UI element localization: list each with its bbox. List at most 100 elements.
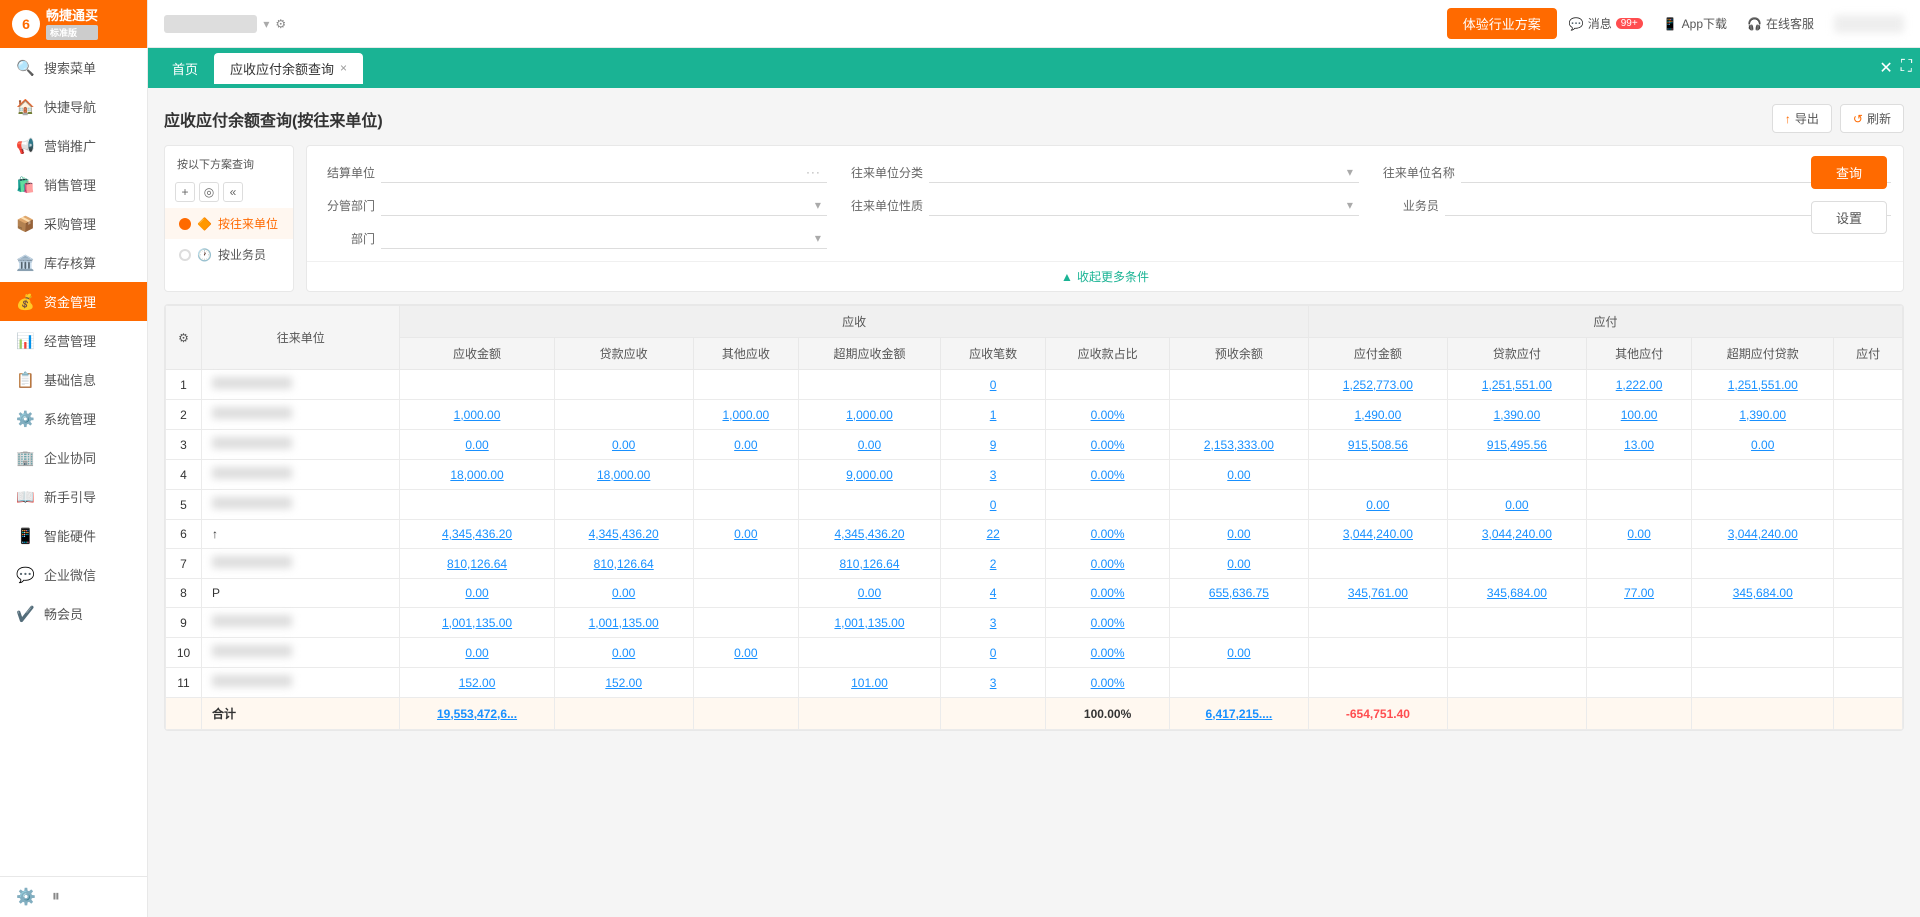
row-recv-count[interactable]: 0 — [940, 370, 1045, 400]
row-pay-amount[interactable]: 0.00 — [1308, 490, 1447, 520]
row-recv-advance[interactable]: 2,153,333.00 — [1169, 430, 1308, 460]
settings-col-header[interactable]: ⚙ — [166, 306, 202, 370]
row-recv-amount[interactable]: 0.00 — [400, 579, 554, 608]
row-recv-count[interactable]: 0 — [940, 490, 1045, 520]
table-settings-icon[interactable]: ⚙ — [178, 331, 189, 345]
tab-close-btn[interactable]: × — [340, 61, 347, 75]
online-support-btn[interactable]: 🎧 在线客服 — [1747, 15, 1814, 32]
sidebar-item-wechat[interactable]: 💬 企业微信 — [0, 555, 147, 594]
row-recv-loan[interactable]: 1,001,135.00 — [554, 608, 693, 638]
row-recv-overdue[interactable]: 1,001,135.00 — [799, 608, 941, 638]
row-pay-other[interactable]: 77.00 — [1586, 579, 1691, 608]
row-recv-advance[interactable]: 0.00 — [1169, 549, 1308, 579]
row-pay-overdue[interactable]: 345,684.00 — [1692, 579, 1834, 608]
row-recv-loan[interactable]: 152.00 — [554, 668, 693, 698]
row-recv-advance[interactable]: 0.00 — [1169, 520, 1308, 549]
tab-home[interactable]: 首页 — [156, 53, 214, 84]
scheme-add-btn[interactable]: + — [175, 182, 195, 202]
row-pay-amount[interactable]: 3,044,240.00 — [1308, 520, 1447, 549]
sidebar-item-guide[interactable]: 📖 新手引导 — [0, 477, 147, 516]
row-recv-other[interactable]: 1,000.00 — [693, 400, 798, 430]
sidebar-item-member[interactable]: ✔️ 畅会员 — [0, 594, 147, 633]
row-recv-ratio[interactable]: 0.00% — [1046, 608, 1170, 638]
row-pay-other[interactable]: 1,222.00 — [1586, 370, 1691, 400]
row-recv-amount[interactable]: 4,345,436.20 — [400, 520, 554, 549]
row-recv-count[interactable]: 3 — [940, 460, 1045, 490]
row-pay-loan[interactable]: 0.00 — [1447, 490, 1586, 520]
row-recv-loan[interactable]: 0.00 — [554, 579, 693, 608]
row-recv-advance[interactable]: 0.00 — [1169, 460, 1308, 490]
row-pay-other[interactable]: 0.00 — [1586, 520, 1691, 549]
row-recv-other[interactable]: 0.00 — [693, 520, 798, 549]
row-pay-loan[interactable]: 1,390.00 — [1447, 400, 1586, 430]
row-recv-count[interactable]: 9 — [940, 430, 1045, 460]
query-btn[interactable]: 查询 — [1811, 156, 1887, 189]
row-pay-amount[interactable]: 1,490.00 — [1308, 400, 1447, 430]
refresh-btn[interactable]: ↺ 刷新 — [1840, 104, 1904, 133]
row-recv-count[interactable]: 1 — [940, 400, 1045, 430]
row-pay-amount[interactable]: 1,252,773.00 — [1308, 370, 1447, 400]
row-recv-count[interactable]: 3 — [940, 608, 1045, 638]
row-recv-overdue[interactable]: 810,126.64 — [799, 549, 941, 579]
row-recv-overdue[interactable]: 9,000.00 — [799, 460, 941, 490]
row-pay-loan[interactable]: 3,044,240.00 — [1447, 520, 1586, 549]
row-pay-amount[interactable]: 915,508.56 — [1308, 430, 1447, 460]
collapse-filter-btn[interactable]: ▲ 收起更多条件 — [307, 261, 1903, 291]
row-recv-loan[interactable]: 0.00 — [554, 430, 693, 460]
row-recv-ratio[interactable]: 0.00% — [1046, 549, 1170, 579]
sidebar-item-basic[interactable]: 📋 基础信息 — [0, 360, 147, 399]
scheme-settings-btn[interactable]: ◎ — [199, 182, 219, 202]
messages-btn[interactable]: 💬 消息 99+ — [1569, 15, 1643, 32]
row-pay-overdue[interactable]: 0.00 — [1692, 430, 1834, 460]
row-recv-overdue[interactable]: 0.00 — [799, 579, 941, 608]
row-recv-amount[interactable]: 1,000.00 — [400, 400, 554, 430]
row-recv-amount[interactable]: 0.00 — [400, 638, 554, 668]
row-pay-other[interactable]: 100.00 — [1586, 400, 1691, 430]
sidebar-item-operation[interactable]: 📊 经营管理 — [0, 321, 147, 360]
row-recv-loan[interactable]: 0.00 — [554, 638, 693, 668]
row-recv-amount[interactable]: 0.00 — [400, 430, 554, 460]
sidebar-item-sales[interactable]: 🛍️ 销售管理 — [0, 165, 147, 204]
row-recv-loan[interactable]: 810,126.64 — [554, 549, 693, 579]
row-recv-amount[interactable]: 1,001,135.00 — [400, 608, 554, 638]
row-recv-ratio[interactable]: 0.00% — [1046, 579, 1170, 608]
sidebar-item-hardware[interactable]: 📱 智能硬件 — [0, 516, 147, 555]
row-recv-loan[interactable]: 4,345,436.20 — [554, 520, 693, 549]
filter-settlement-input[interactable]: ··· — [381, 162, 827, 183]
row-recv-ratio[interactable]: 0.00% — [1046, 520, 1170, 549]
row-pay-loan[interactable]: 915,495.56 — [1447, 430, 1586, 460]
sidebar-item-inventory[interactable]: 🏛️ 库存核算 — [0, 243, 147, 282]
tab-expand-icon[interactable]: ⛶ — [1901, 58, 1912, 78]
row-recv-count[interactable]: 0 — [940, 638, 1045, 668]
scheme-by-staff[interactable]: 🕐 按业务员 — [165, 239, 293, 270]
sidebar-item-search[interactable]: 🔍 搜索菜单 — [0, 48, 147, 87]
settings-icon[interactable]: ⚙ — [275, 17, 286, 31]
row-pay-amount[interactable]: 345,761.00 — [1308, 579, 1447, 608]
filter-unit-nature-select[interactable]: ▾ — [929, 195, 1359, 216]
row-pay-overdue[interactable]: 1,251,551.00 — [1692, 370, 1834, 400]
row-recv-amount[interactable]: 810,126.64 — [400, 549, 554, 579]
row-recv-amount[interactable]: 152.00 — [400, 668, 554, 698]
row-recv-advance[interactable]: 0.00 — [1169, 638, 1308, 668]
row-pay-loan[interactable]: 345,684.00 — [1447, 579, 1586, 608]
row-recv-other[interactable]: 0.00 — [693, 638, 798, 668]
sidebar-item-system[interactable]: ⚙️ 系统管理 — [0, 399, 147, 438]
row-recv-loan[interactable]: 18,000.00 — [554, 460, 693, 490]
row-recv-count[interactable]: 2 — [940, 549, 1045, 579]
demo-btn[interactable]: 体验行业方案 — [1447, 8, 1557, 39]
row-recv-overdue[interactable]: 4,345,436.20 — [799, 520, 941, 549]
row-recv-ratio[interactable]: 0.00% — [1046, 460, 1170, 490]
scheme-by-unit[interactable]: 🔶 按往来单位 — [165, 208, 293, 239]
row-recv-overdue[interactable]: 1,000.00 — [799, 400, 941, 430]
filter-department-select[interactable]: ▾ — [381, 228, 827, 249]
sidebar-item-marketing[interactable]: 📢 营销推广 — [0, 126, 147, 165]
collapse-sidebar-icon[interactable]: ⏸ — [52, 888, 60, 906]
row-recv-amount[interactable]: 18,000.00 — [400, 460, 554, 490]
row-recv-ratio[interactable]: 0.00% — [1046, 638, 1170, 668]
sidebar-item-purchase[interactable]: 📦 采购管理 — [0, 204, 147, 243]
row-pay-other[interactable]: 13.00 — [1586, 430, 1691, 460]
row-pay-overdue[interactable]: 3,044,240.00 — [1692, 520, 1834, 549]
setting-btn[interactable]: 设置 — [1811, 201, 1887, 234]
row-recv-count[interactable]: 3 — [940, 668, 1045, 698]
row-recv-overdue[interactable]: 0.00 — [799, 430, 941, 460]
